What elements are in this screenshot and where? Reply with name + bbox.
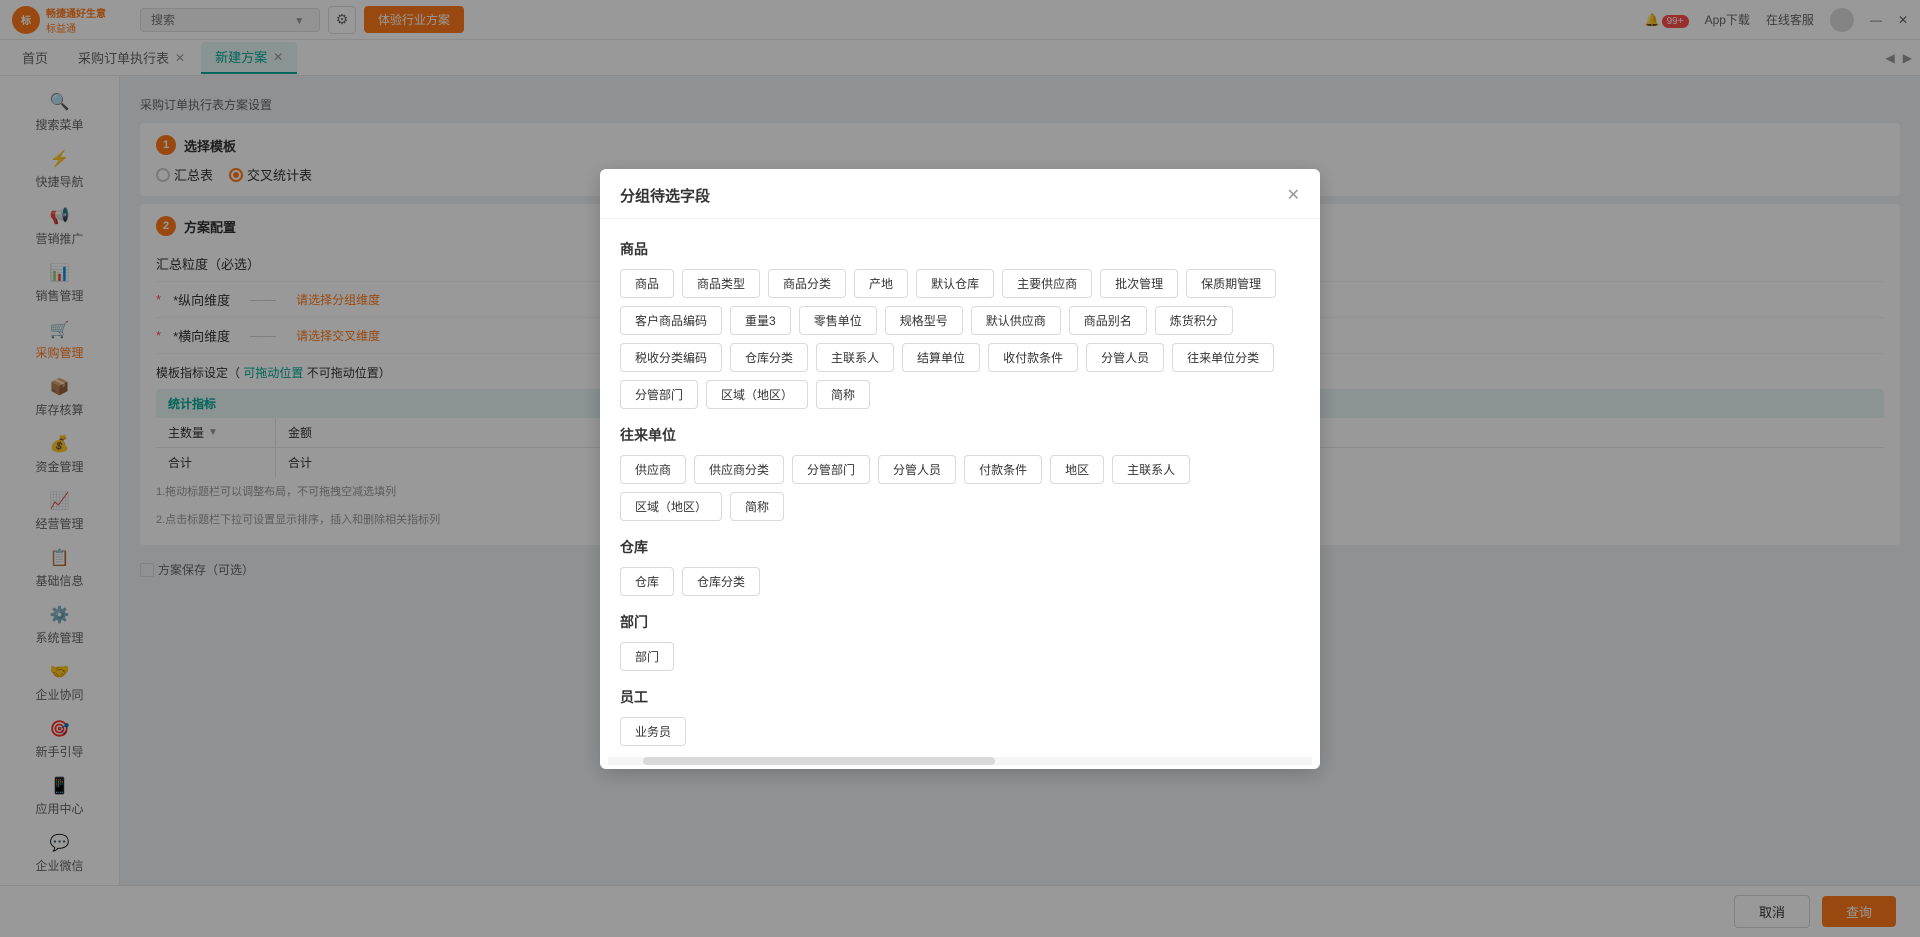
modal-overlay: 分组待选字段 ✕ 商品 商品 商品类型 商品分类 产地 默认仓库 主要供应商 批… [0, 0, 1920, 937]
field-tag-goods-1[interactable]: 商品类型 [682, 269, 760, 298]
field-tag-partner-2[interactable]: 分管部门 [792, 455, 870, 484]
field-tag-goods-5[interactable]: 主要供应商 [1002, 269, 1092, 298]
field-grid-department: 部门 [620, 642, 1300, 671]
field-tag-goods-6[interactable]: 批次管理 [1100, 269, 1178, 298]
section-title-warehouse: 仓库 [620, 537, 1300, 557]
field-tag-partner-1[interactable]: 供应商分类 [694, 455, 784, 484]
section-title-employee: 员工 [620, 687, 1300, 707]
field-grid-goods: 商品 商品类型 商品分类 产地 默认仓库 主要供应商 批次管理 保质期管理 客户… [620, 269, 1300, 409]
hscroll-thumb [643, 757, 995, 765]
field-tag-goods-3[interactable]: 产地 [854, 269, 908, 298]
field-tag-dept-0[interactable]: 部门 [620, 642, 674, 671]
field-tag-goods-13[interactable]: 商品别名 [1069, 306, 1147, 335]
field-tag-partner-8[interactable]: 简称 [730, 492, 784, 521]
field-tag-goods-19[interactable]: 收付款条件 [988, 343, 1078, 372]
field-tag-goods-24[interactable]: 简称 [816, 380, 870, 409]
field-tag-goods-18[interactable]: 结算单位 [902, 343, 980, 372]
field-tag-goods-17[interactable]: 主联系人 [816, 343, 894, 372]
section-title-goods: 商品 [620, 239, 1300, 259]
modal-body: 商品 商品 商品类型 商品分类 产地 默认仓库 主要供应商 批次管理 保质期管理… [600, 219, 1320, 757]
field-tag-goods-14[interactable]: 炼货积分 [1155, 306, 1233, 335]
field-tag-goods-4[interactable]: 默认仓库 [916, 269, 994, 298]
field-tag-partner-0[interactable]: 供应商 [620, 455, 686, 484]
field-grid-partner: 供应商 供应商分类 分管部门 分管人员 付款条件 地区 主联系人 区域（地区） … [620, 455, 1300, 521]
field-grid-employee: 业务员 [620, 717, 1300, 746]
field-tag-goods-23[interactable]: 区域（地区） [706, 380, 808, 409]
field-tag-goods-8[interactable]: 客户商品编码 [620, 306, 722, 335]
field-tag-goods-7[interactable]: 保质期管理 [1186, 269, 1276, 298]
modal-header: 分组待选字段 ✕ [600, 169, 1320, 219]
field-tag-goods-2[interactable]: 商品分类 [768, 269, 846, 298]
field-tag-goods-22[interactable]: 分管部门 [620, 380, 698, 409]
field-tag-warehouse-1[interactable]: 仓库分类 [682, 567, 760, 596]
field-tag-goods-20[interactable]: 分管人员 [1086, 343, 1164, 372]
field-tag-partner-7[interactable]: 区域（地区） [620, 492, 722, 521]
field-tag-goods-15[interactable]: 税收分类编码 [620, 343, 722, 372]
field-tag-goods-0[interactable]: 商品 [620, 269, 674, 298]
field-tag-goods-12[interactable]: 默认供应商 [971, 306, 1061, 335]
section-title-department: 部门 [620, 612, 1300, 632]
section-title-partner: 往来单位 [620, 425, 1300, 445]
field-select-modal: 分组待选字段 ✕ 商品 商品 商品类型 商品分类 产地 默认仓库 主要供应商 批… [600, 169, 1320, 769]
field-grid-warehouse: 仓库 仓库分类 [620, 567, 1300, 596]
field-tag-goods-10[interactable]: 零售单位 [799, 306, 877, 335]
field-tag-partner-6[interactable]: 主联系人 [1112, 455, 1190, 484]
modal-hscroll[interactable] [608, 757, 1312, 765]
field-tag-goods-21[interactable]: 往来单位分类 [1172, 343, 1274, 372]
field-tag-partner-4[interactable]: 付款条件 [964, 455, 1042, 484]
field-tag-emp-0[interactable]: 业务员 [620, 717, 686, 746]
field-tag-partner-5[interactable]: 地区 [1050, 455, 1104, 484]
modal-title: 分组待选字段 [620, 185, 710, 206]
modal-close-button[interactable]: ✕ [1287, 185, 1300, 205]
field-tag-goods-11[interactable]: 规格型号 [885, 306, 963, 335]
field-tag-warehouse-0[interactable]: 仓库 [620, 567, 674, 596]
field-tag-partner-3[interactable]: 分管人员 [878, 455, 956, 484]
field-tag-goods-16[interactable]: 仓库分类 [730, 343, 808, 372]
field-tag-goods-9[interactable]: 重量3 [730, 306, 791, 335]
